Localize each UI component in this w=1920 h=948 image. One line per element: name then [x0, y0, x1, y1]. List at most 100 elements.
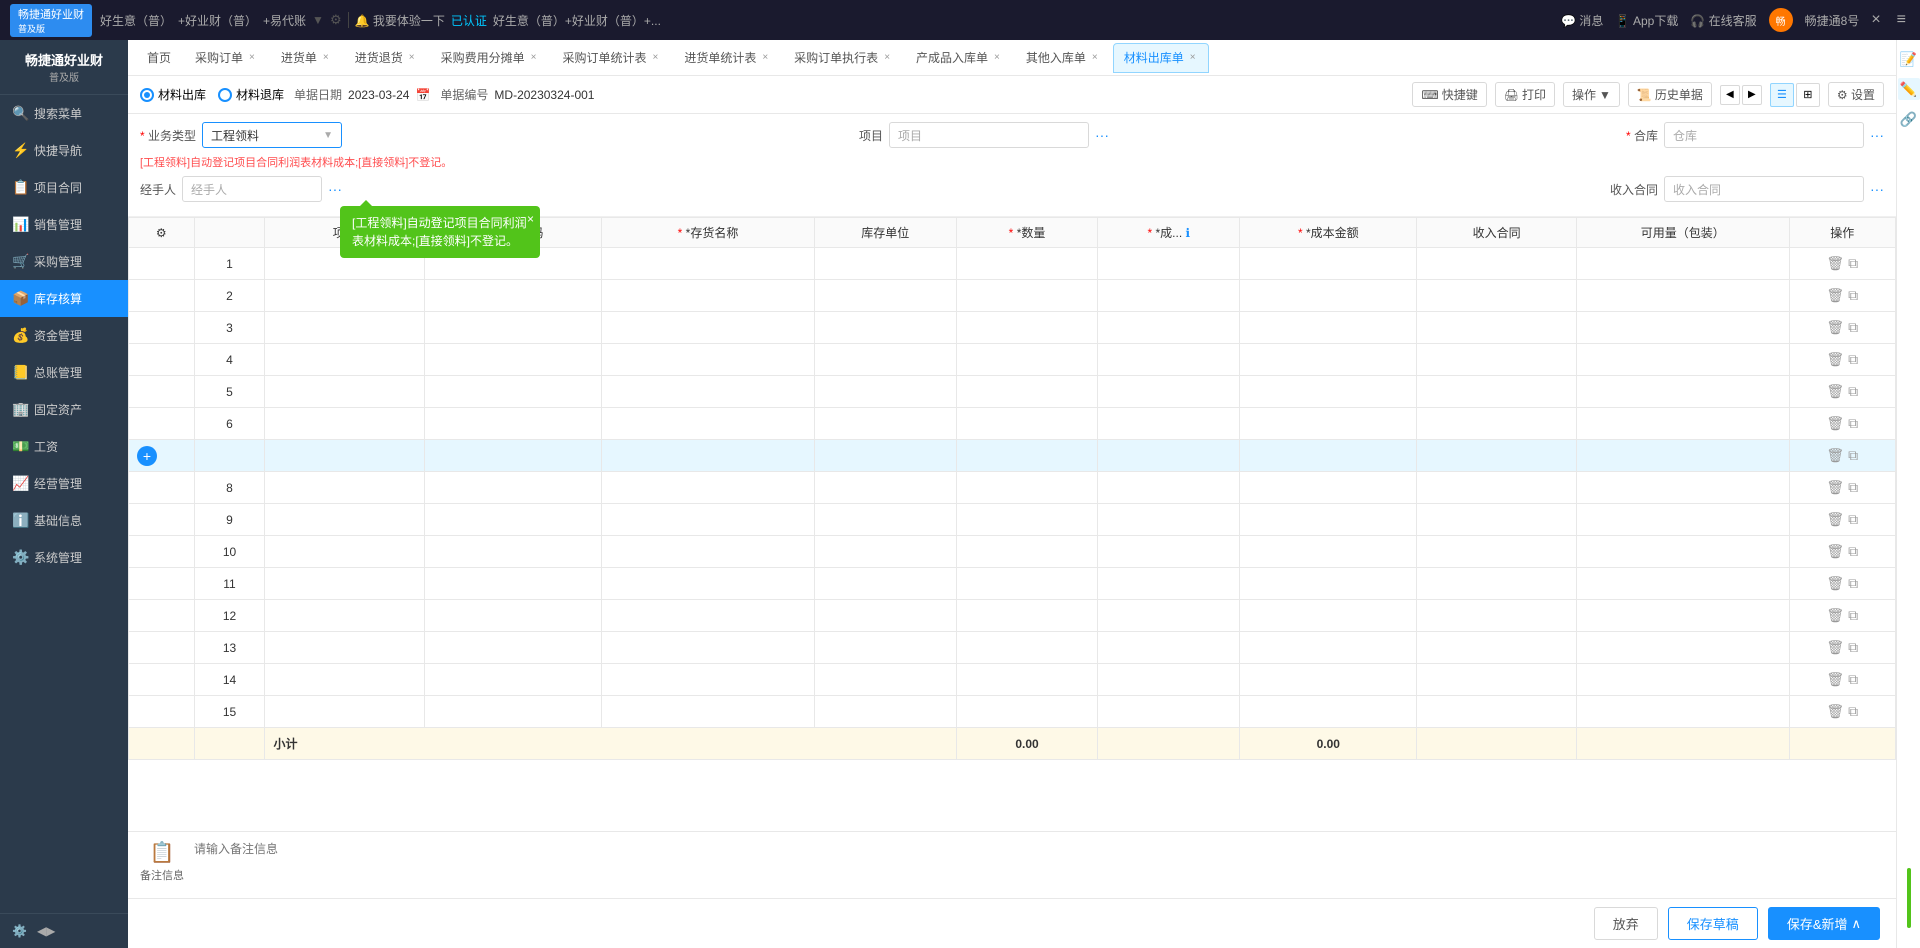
right-link-icon[interactable]: 🔗 [1898, 108, 1920, 130]
row-name-1[interactable] [602, 248, 815, 280]
row-unit-1[interactable] [814, 248, 956, 280]
date-value[interactable]: 2023-03-24 [348, 88, 409, 102]
tab-inbound[interactable]: 进货单 × [270, 43, 342, 73]
row-cost-1[interactable] [1098, 248, 1240, 280]
warehouse-input[interactable]: 仓库 [1664, 122, 1864, 148]
calendar-icon[interactable]: 📅 [415, 88, 430, 102]
row-code-2[interactable] [424, 280, 601, 312]
more-links[interactable]: 好生意（普）+好业财（普）+... [493, 12, 661, 29]
copy-icon-3[interactable]: ⧉ [1848, 319, 1858, 336]
delete-icon-2[interactable]: 🗑 [1826, 287, 1844, 304]
tab-purchase-order[interactable]: 采购订单 × [184, 43, 268, 73]
row-avail-1[interactable] [1576, 248, 1789, 280]
income-contract-input[interactable]: 收入合同 [1664, 176, 1864, 202]
row-unit-2[interactable] [814, 280, 956, 312]
tab-purchase-stat[interactable]: 采购订单统计表 × [551, 43, 671, 73]
nav-link-good-biz[interactable]: 好生意（普） [100, 12, 172, 29]
tab-close-purchase-execution[interactable]: × [882, 51, 892, 64]
print-btn[interactable]: 🖨 打印 [1495, 82, 1555, 107]
radio-material-out[interactable]: 材料出库 [140, 86, 206, 103]
tab-close-purchase-expense[interactable]: × [529, 51, 539, 64]
sidebar-item-general-ledger[interactable]: 📒 总账管理 [0, 354, 128, 391]
delete-icon-3[interactable]: 🗑 [1826, 319, 1844, 336]
copy-icon-1[interactable]: ⧉ [1848, 255, 1858, 272]
window-close-btn[interactable]: × [1867, 11, 1884, 29]
tab-close-inbound[interactable]: × [321, 51, 331, 64]
row-contract-2[interactable] [1417, 280, 1577, 312]
sidebar-item-purchase[interactable]: 🛒 采购管理 [0, 243, 128, 280]
row-contract-1[interactable] [1417, 248, 1577, 280]
add-row-btn[interactable]: + [137, 446, 157, 466]
tab-close-inbound-stat[interactable]: × [760, 51, 770, 64]
row-avail-2[interactable] [1576, 280, 1789, 312]
cost-info-icon[interactable]: ℹ [1186, 226, 1191, 240]
tab-close-purchase-order[interactable]: × [247, 51, 257, 64]
tab-home[interactable]: 首页 [136, 43, 182, 73]
tab-purchase-expense[interactable]: 采购费用分摊单 × [430, 43, 550, 73]
settings-btn[interactable]: ⚙ 设置 [1828, 82, 1884, 107]
row-name-2[interactable] [602, 280, 815, 312]
tab-close-finished-goods[interactable]: × [992, 51, 1002, 64]
col-settings-header[interactable]: ⚙ [129, 218, 195, 248]
tab-other-inbound[interactable]: 其他入库单 × [1015, 43, 1111, 73]
nav-link-easy-account[interactable]: +易代账 [263, 12, 306, 29]
delete-icon-1[interactable]: 🗑 [1826, 255, 1844, 272]
sidebar-item-inventory[interactable]: 📦 库存核算 [0, 280, 128, 317]
row-cost-2[interactable] [1098, 280, 1240, 312]
right-edit-icon[interactable]: 📝 [1898, 48, 1920, 70]
sidebar-item-quick-nav[interactable]: ⚡ 快捷导航 [0, 132, 128, 169]
list-view-btn[interactable]: ☰ [1770, 83, 1794, 107]
row-project-2[interactable] [265, 280, 425, 312]
save-new-btn[interactable]: 保存&新增 ∧ [1768, 907, 1880, 940]
tab-close-other-inbound[interactable]: × [1090, 51, 1100, 64]
tab-finished-goods[interactable]: 产成品入库单 × [905, 43, 1013, 73]
tab-purchase-execution[interactable]: 采购订单执行表 × [783, 43, 903, 73]
row-qty-2[interactable] [956, 280, 1098, 312]
sidebar-item-funds[interactable]: 💰 资金管理 [0, 317, 128, 354]
notes-input[interactable] [194, 840, 1884, 890]
sidebar-item-search[interactable]: 🔍 搜索菜单 [0, 95, 128, 132]
nav-dropdown-btn[interactable]: ▼ [312, 13, 324, 27]
tab-inbound-stat[interactable]: 进货单统计表 × [673, 43, 781, 73]
shortcut-key-btn[interactable]: ⌨ 快捷键 [1412, 82, 1486, 107]
prev-btn[interactable]: ◀ [1720, 85, 1740, 105]
history-btn[interactable]: 📜 历史单据 [1628, 82, 1712, 107]
sidebar-item-basic-info[interactable]: ℹ️ 基础信息 [0, 502, 128, 539]
online-service-btn[interactable]: 🎧 在线客服 [1690, 12, 1756, 29]
business-type-input[interactable]: 工程领料 ▼ [202, 122, 342, 148]
income-contract-search-icon[interactable]: ··· [1870, 181, 1884, 197]
sidebar-item-sales[interactable]: 📊 销售管理 [0, 206, 128, 243]
app-download-btn[interactable]: 📱 App下载 [1615, 12, 1678, 29]
discard-btn[interactable]: 放弃 [1594, 907, 1658, 940]
agent-input[interactable]: 经手人 [182, 176, 322, 202]
tab-close-purchase-stat[interactable]: × [650, 51, 660, 64]
sidebar-bottom-settings[interactable]: ⚙️ [12, 924, 27, 938]
row-amount-1[interactable] [1240, 248, 1417, 280]
tab-material-outbound[interactable]: 材料出库单 × [1113, 43, 1209, 73]
copy-icon-2[interactable]: ⧉ [1848, 287, 1858, 304]
tooltip-close-btn[interactable]: × [527, 210, 534, 228]
tab-close-inbound-return[interactable]: × [407, 51, 417, 64]
message-btn[interactable]: 💬 消息 [1561, 12, 1603, 29]
row-qty-1[interactable] [956, 248, 1098, 280]
nav-settings-icon[interactable]: ⚙ [330, 12, 342, 28]
delete-icon-4[interactable]: 🗑 [1826, 351, 1844, 368]
tab-close-material-outbound[interactable]: × [1188, 51, 1198, 64]
warehouse-search-icon[interactable]: ··· [1870, 127, 1884, 143]
row-amount-2[interactable] [1240, 280, 1417, 312]
nav-link-good-finance[interactable]: +好业财（普） [178, 12, 257, 29]
copy-icon-4[interactable]: ⧉ [1848, 351, 1858, 368]
sidebar-item-system[interactable]: ⚙️ 系统管理 [0, 539, 128, 576]
try-link[interactable]: 🔔 我要体验一下 [355, 12, 445, 29]
right-attach-icon[interactable]: ✏️ [1898, 78, 1920, 100]
project-search-icon[interactable]: ··· [1095, 127, 1109, 143]
agent-search-icon[interactable]: ··· [328, 181, 342, 197]
sidebar-collapse-btn[interactable]: ◀▶ [37, 924, 55, 938]
grid-view-btn[interactable]: ⊞ [1796, 83, 1820, 107]
sidebar-item-operations[interactable]: 📈 经营管理 [0, 465, 128, 502]
operations-btn[interactable]: 操作 ▼ [1563, 82, 1620, 107]
sidebar-item-salary[interactable]: 💵 工资 [0, 428, 128, 465]
sidebar-item-fixed-assets[interactable]: 🏢 固定资产 [0, 391, 128, 428]
save-draft-btn[interactable]: 保存草稿 [1668, 907, 1758, 940]
avatar[interactable]: 畅 [1769, 8, 1793, 32]
